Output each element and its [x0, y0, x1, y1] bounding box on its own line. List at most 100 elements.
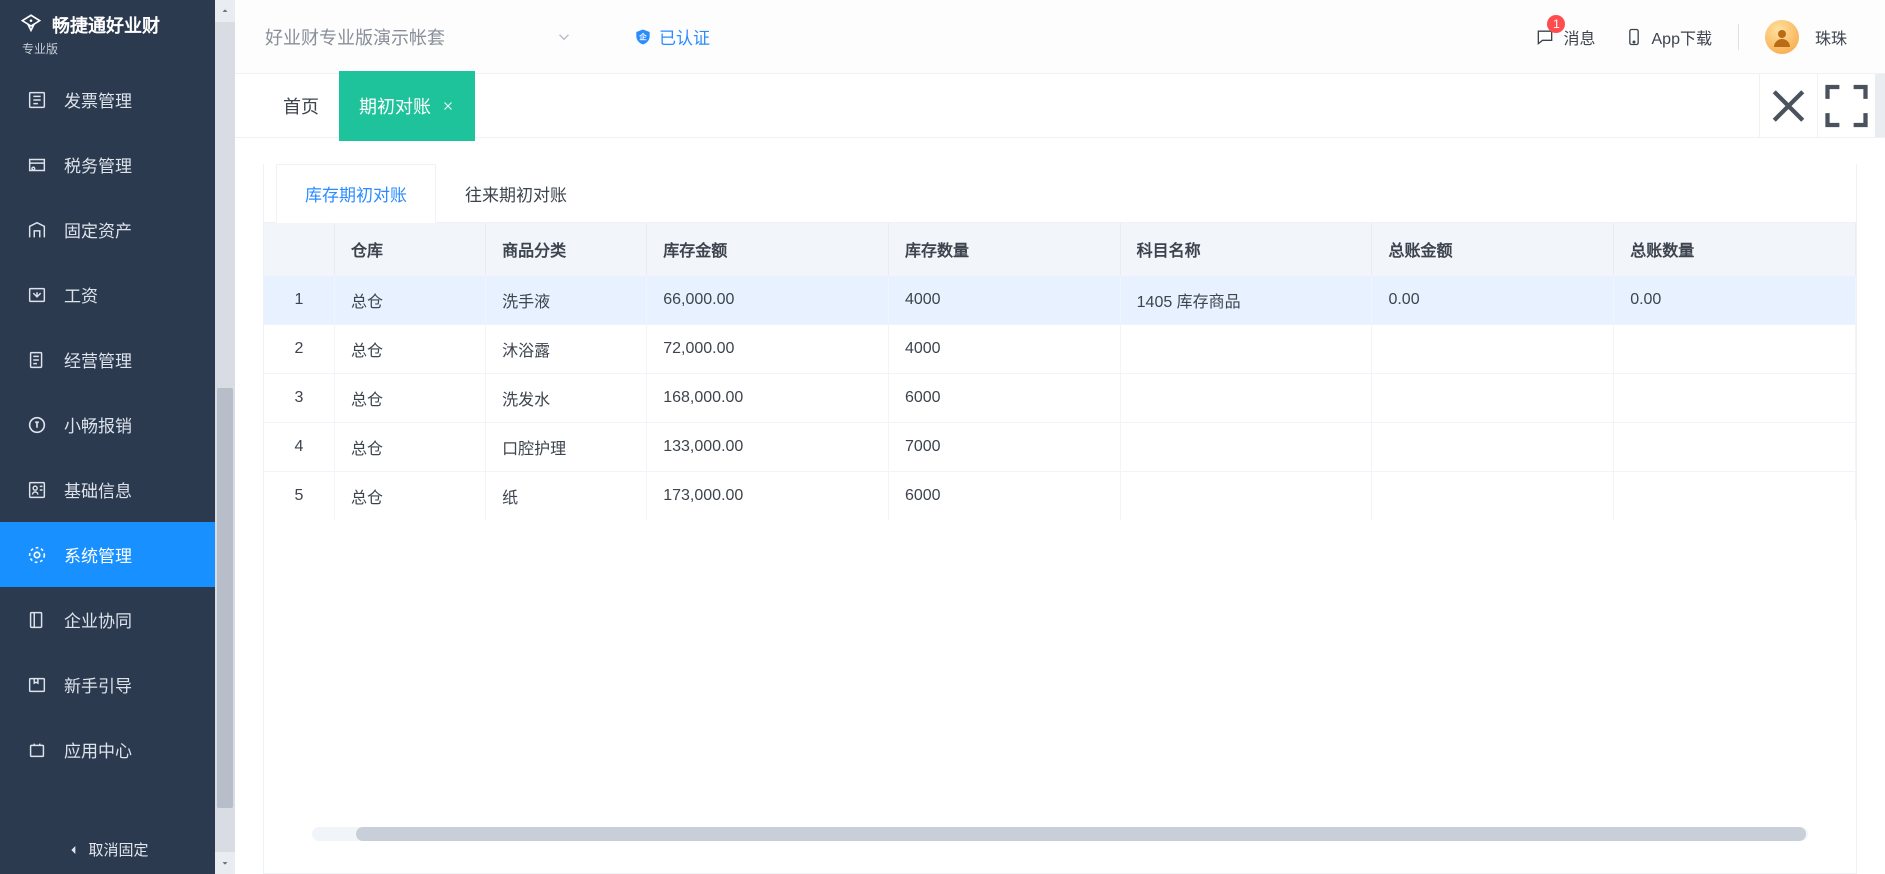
salary-icon [26, 284, 48, 306]
table-row[interactable]: 3 总仓 洗发水 168,000.00 6000 [264, 374, 1856, 423]
unpin-button[interactable]: 取消固定 [0, 825, 215, 874]
th-index[interactable] [264, 223, 335, 276]
cell-ledger-amount [1372, 472, 1614, 521]
cell-warehouse: 总仓 [335, 472, 486, 521]
topbar: 好业财专业版演示帐套 企 已认证 1 消息 App下载 珠珠 [235, 0, 1885, 74]
app-download-button[interactable]: App下载 [1624, 25, 1712, 49]
cell-index: 5 [264, 472, 335, 521]
th-stock-qty[interactable]: 库存数量 [888, 223, 1120, 276]
sub-tab-inventory[interactable]: 库存期初对账 [276, 164, 436, 223]
tab-opening-reconcile[interactable]: 期初对账 [339, 71, 475, 141]
cell-subject [1120, 472, 1372, 521]
table-body: 1 总仓 洗手液 66,000.00 4000 1405 库存商品 0.00 0… [264, 276, 1856, 521]
cell-stock-qty: 6000 [888, 472, 1120, 521]
table-row[interactable]: 5 总仓 纸 173,000.00 6000 [264, 472, 1856, 521]
sidebar-item-label: 系统管理 [64, 542, 132, 567]
main: 好业财专业版演示帐套 企 已认证 1 消息 App下载 珠珠 首页 期初对账 [235, 0, 1885, 874]
sidebar-item-apps[interactable]: 应用中心 [0, 717, 215, 782]
tab-label: 首页 [283, 93, 319, 119]
close-icon[interactable] [441, 99, 455, 113]
sidebar-item-basic[interactable]: 基础信息 [0, 457, 215, 522]
cell-category: 沐浴露 [486, 325, 647, 374]
hscroll-thumb[interactable] [356, 827, 1806, 841]
tax-icon [26, 154, 48, 176]
sidebar-item-label: 企业协同 [64, 607, 132, 632]
shield-icon: 企 [633, 27, 653, 47]
invoice-icon [26, 89, 48, 111]
table-header-row: 仓库 商品分类 库存金额 库存数量 科目名称 总账金额 总账数量 [264, 223, 1856, 276]
cell-ledger-qty: 0.00 [1614, 276, 1856, 325]
sidebar-item-label: 工资 [64, 282, 98, 307]
sidebar-item-asset[interactable]: 固定资产 [0, 197, 215, 262]
verified-label: 已认证 [659, 24, 710, 49]
sidebar-item-system[interactable]: 系统管理 [0, 522, 215, 587]
message-button[interactable]: 1 消息 [1535, 25, 1595, 49]
th-warehouse[interactable]: 仓库 [335, 223, 486, 276]
sidebar-item-invoice[interactable]: 发票管理 [0, 67, 215, 132]
sub-tabs: 库存期初对账 往来期初对账 [264, 164, 1856, 223]
sidebar-item-collab[interactable]: 企业协同 [0, 587, 215, 652]
cell-ledger-qty [1614, 423, 1856, 472]
tab-home[interactable]: 首页 [263, 71, 339, 141]
sidebar-item-tax[interactable]: 税务管理 [0, 132, 215, 197]
cell-category: 洗手液 [486, 276, 647, 325]
th-category[interactable]: 商品分类 [486, 223, 647, 276]
table-wrap: 仓库 商品分类 库存金额 库存数量 科目名称 总账金额 总账数量 1 总仓 [264, 223, 1856, 825]
th-stock-amount[interactable]: 库存金额 [647, 223, 889, 276]
sidebar-item-expense[interactable]: 小畅报销 [0, 392, 215, 457]
sidebar-item-salary[interactable]: 工资 [0, 262, 215, 327]
chevron-down-icon [555, 28, 573, 46]
scroll-down-button[interactable] [215, 852, 235, 874]
cell-stock-amount: 66,000.00 [647, 276, 889, 325]
close-all-button[interactable] [1759, 74, 1817, 138]
tabs-right-actions [1759, 74, 1885, 137]
cell-ledger-qty [1614, 472, 1856, 521]
cell-stock-amount: 173,000.00 [647, 472, 889, 521]
sidebar-item-label: 新手引导 [64, 672, 132, 697]
cell-stock-qty: 4000 [888, 276, 1120, 325]
sub-tab-receivable[interactable]: 往来期初对账 [436, 164, 596, 223]
table-row[interactable]: 2 总仓 沐浴露 72,000.00 4000 [264, 325, 1856, 374]
cell-subject [1120, 374, 1372, 423]
username: 珠珠 [1815, 25, 1847, 49]
avatar-icon [1765, 20, 1799, 54]
sidebar-item-guide[interactable]: 新手引导 [0, 652, 215, 717]
table-row[interactable]: 4 总仓 口腔护理 133,000.00 7000 [264, 423, 1856, 472]
sidebar-item-business[interactable]: 经营管理 [0, 327, 215, 392]
message-label: 消息 [1563, 25, 1595, 49]
sidebar-scrollbar[interactable] [215, 0, 235, 874]
sidebar-item-label: 基础信息 [64, 477, 132, 502]
cell-index: 3 [264, 374, 335, 423]
th-ledger-qty[interactable]: 总账数量 [1614, 223, 1856, 276]
scroll-up-button[interactable] [215, 0, 235, 22]
cell-subject [1120, 423, 1372, 472]
user-menu[interactable]: 珠珠 [1765, 20, 1847, 54]
reconcile-table: 仓库 商品分类 库存金额 库存数量 科目名称 总账金额 总账数量 1 总仓 [264, 223, 1856, 520]
cell-index: 1 [264, 276, 335, 325]
th-subject[interactable]: 科目名称 [1120, 223, 1372, 276]
cell-warehouse: 总仓 [335, 423, 486, 472]
arrow-left-icon [66, 842, 82, 858]
card: 库存期初对账 往来期初对账 仓库 商品分类 库存金额 库存数量 科目名称 总账金… [263, 164, 1857, 874]
fullscreen-button[interactable] [1817, 74, 1875, 138]
th-ledger-amount[interactable]: 总账金额 [1372, 223, 1614, 276]
cell-ledger-amount: 0.00 [1372, 276, 1614, 325]
cell-ledger-amount [1372, 423, 1614, 472]
scrollbar-thumb[interactable] [217, 388, 233, 808]
phone-icon [1624, 27, 1644, 47]
horizontal-scrollbar[interactable] [264, 825, 1856, 843]
table-row[interactable]: 1 总仓 洗手液 66,000.00 4000 1405 库存商品 0.00 0… [264, 276, 1856, 325]
right-edge [1875, 74, 1885, 137]
account-select[interactable]: 好业财专业版演示帐套 [265, 24, 573, 50]
cell-subject [1120, 325, 1372, 374]
apps-icon [26, 739, 48, 761]
cell-index: 2 [264, 325, 335, 374]
cell-warehouse: 总仓 [335, 325, 486, 374]
cell-stock-amount: 72,000.00 [647, 325, 889, 374]
cell-warehouse: 总仓 [335, 276, 486, 325]
basic-icon [26, 479, 48, 501]
verified-badge[interactable]: 企 已认证 [633, 24, 710, 49]
cell-category: 洗发水 [486, 374, 647, 423]
divider [1738, 24, 1739, 50]
hscroll-track[interactable] [312, 827, 1808, 841]
